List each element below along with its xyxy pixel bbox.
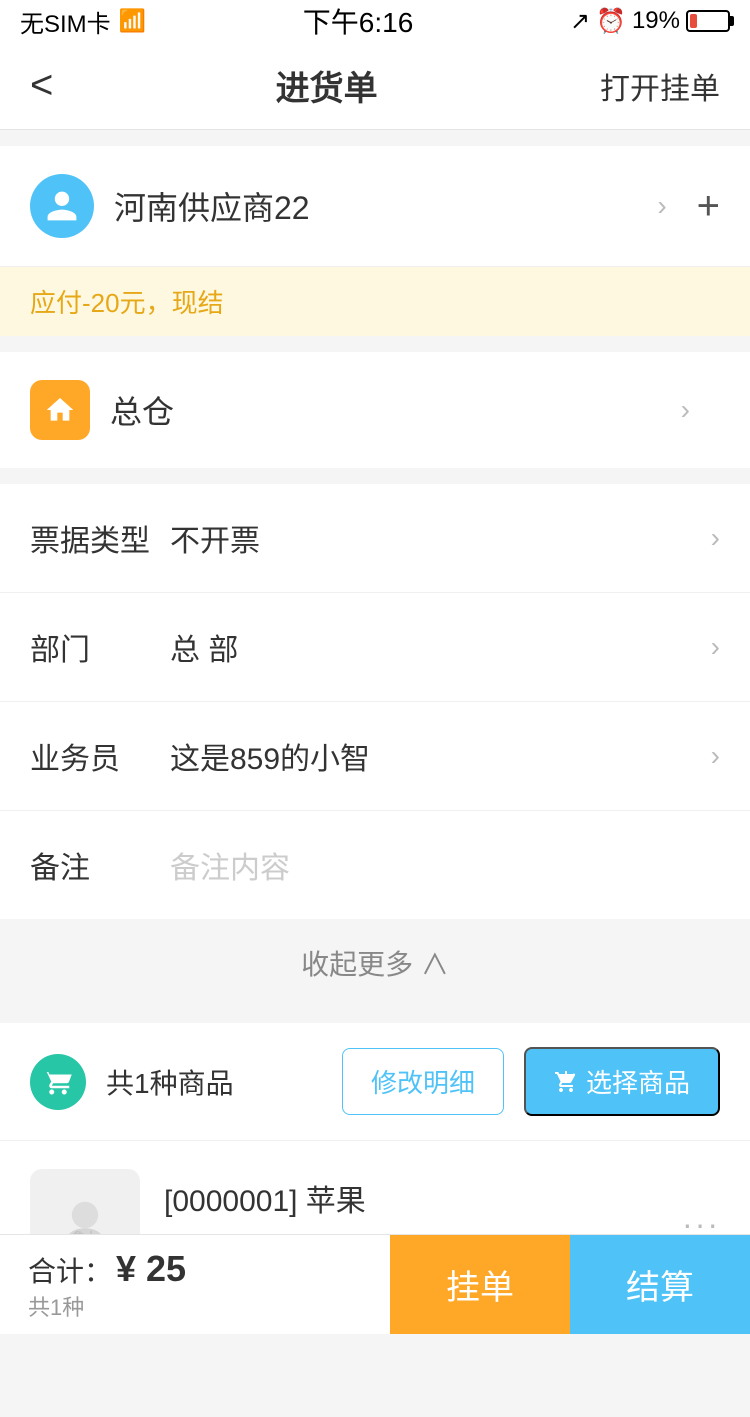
products-header: 共1种商品 修改明细 选择商品 xyxy=(0,1023,750,1141)
total-label: 合计： xyxy=(28,1250,112,1290)
salesperson-label: 业务员 xyxy=(30,734,150,778)
salesperson-row[interactable]: 业务员 这是859的小智 › xyxy=(0,702,750,811)
page-title: 进货单 xyxy=(276,61,378,110)
hang-order-button[interactable]: 挂单 xyxy=(390,1235,570,1334)
department-label: 部门 xyxy=(30,625,150,669)
bottom-bar: 合计： ¥ 25 共1种 挂单 结算 xyxy=(0,1234,750,1334)
total-section: 合计： ¥ 25 共1种 xyxy=(0,1235,390,1334)
supplier-chevron-icon: › xyxy=(657,190,666,222)
status-left: 无SIM卡 📶 xyxy=(20,4,146,39)
select-product-button[interactable]: 选择商品 xyxy=(524,1047,720,1116)
products-count-label: 共1种商品 xyxy=(106,1062,322,1102)
status-right: ↗ ⏰ 19% xyxy=(570,7,730,36)
supplier-section: 河南供应商22 › + 应付-20元，现结 xyxy=(0,146,750,336)
warehouse-section: 总仓 › xyxy=(0,352,750,468)
select-product-label: 选择商品 xyxy=(586,1063,690,1100)
battery-icon xyxy=(686,10,730,32)
warehouse-icon xyxy=(30,380,90,440)
department-value: 总 部 xyxy=(150,625,711,669)
settle-button[interactable]: 结算 xyxy=(570,1235,750,1334)
home-icon xyxy=(44,394,76,426)
department-chevron-icon: › xyxy=(711,631,720,663)
back-button[interactable]: < xyxy=(30,63,53,108)
total-row: 合计： ¥ 25 xyxy=(28,1248,362,1290)
remark-value: 备注内容 xyxy=(150,843,720,887)
status-time: 下午6:16 xyxy=(303,1,414,41)
invoice-type-value: 不开票 xyxy=(150,516,711,560)
alarm-icon: ⏰ xyxy=(596,7,626,36)
collapse-bar[interactable]: 收起更多 ∧ xyxy=(0,919,750,1007)
battery-percentage: 19% xyxy=(632,7,680,35)
location-icon: ↗ xyxy=(570,7,590,36)
gap-4 xyxy=(0,1007,750,1023)
total-amount: ¥ 25 xyxy=(116,1248,186,1290)
user-icon xyxy=(44,188,80,224)
form-section: 票据类型 不开票 › 部门 总 部 › 业务员 这是859的小智 › 备注 备注… xyxy=(0,484,750,919)
total-count: 共1种 xyxy=(28,1290,362,1322)
edit-detail-button[interactable]: 修改明细 xyxy=(342,1048,504,1115)
gap-2 xyxy=(0,336,750,352)
warehouse-name: 总仓 xyxy=(110,387,681,433)
supplier-name: 河南供应商22 xyxy=(114,183,657,229)
invoice-type-row[interactable]: 票据类型 不开票 › xyxy=(0,484,750,593)
invoice-type-label: 票据类型 xyxy=(30,516,150,560)
invoice-type-chevron-icon: › xyxy=(711,522,720,554)
open-hang-button[interactable]: 打开挂单 xyxy=(600,64,720,108)
nav-bar: < 进货单 打开挂单 xyxy=(0,42,750,130)
wifi-icon: 📶 xyxy=(119,8,146,34)
gap-1 xyxy=(0,130,750,146)
add-supplier-button[interactable]: + xyxy=(697,184,720,229)
products-icon xyxy=(30,1054,86,1110)
remark-label: 备注 xyxy=(30,843,150,887)
status-bar: 无SIM卡 📶 下午6:16 ↗ ⏰ 19% xyxy=(0,0,750,42)
salesperson-chevron-icon: › xyxy=(711,740,720,772)
supplier-avatar xyxy=(30,174,94,238)
select-cart-icon xyxy=(554,1070,578,1094)
warehouse-chevron-icon: › xyxy=(681,394,690,426)
remark-row[interactable]: 备注 备注内容 xyxy=(0,811,750,919)
salesperson-value: 这是859的小智 xyxy=(150,734,711,778)
department-row[interactable]: 部门 总 部 › xyxy=(0,593,750,702)
supplier-row[interactable]: 河南供应商22 › + xyxy=(0,146,750,267)
gap-3 xyxy=(0,468,750,484)
product-code: [0000001] 苹果 xyxy=(164,1185,366,1218)
carrier-label: 无SIM卡 xyxy=(20,4,111,39)
supplier-notice: 应付-20元，现结 xyxy=(0,267,750,336)
warehouse-row[interactable]: 总仓 › xyxy=(0,352,750,468)
cart-icon xyxy=(43,1067,73,1097)
product-name: [0000001] 苹果 xyxy=(164,1176,658,1220)
